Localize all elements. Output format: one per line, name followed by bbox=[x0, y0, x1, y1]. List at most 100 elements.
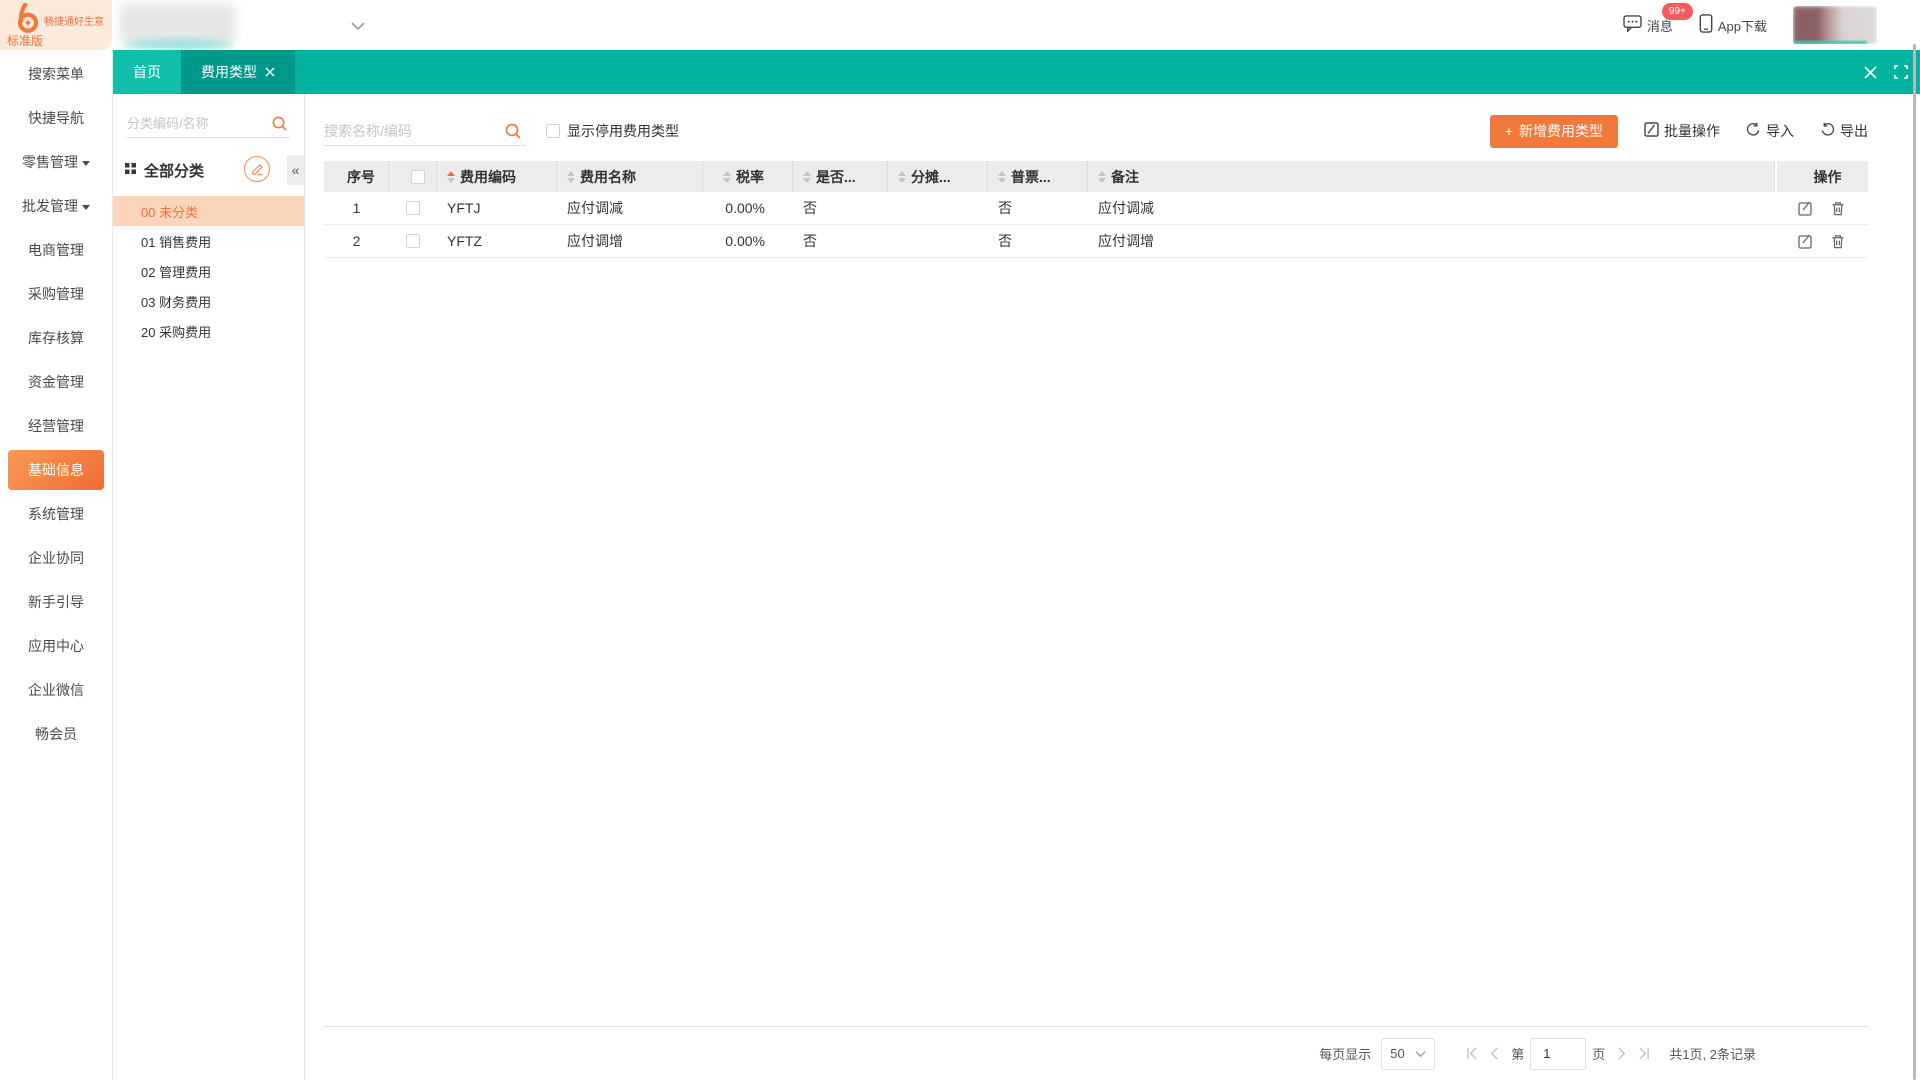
col-name[interactable]: 费用名称 bbox=[557, 161, 703, 192]
sidebar-item-system[interactable]: 系统管理 bbox=[0, 492, 112, 536]
category-search bbox=[127, 110, 290, 138]
category-item-uncategorized[interactable]: 00 未分类 bbox=[113, 196, 304, 226]
vertical-scrollbar[interactable] bbox=[1913, 44, 1916, 1080]
add-expense-type-button[interactable]: + 新增费用类型 bbox=[1489, 114, 1618, 148]
table-search-input[interactable] bbox=[324, 116, 526, 146]
messages-button[interactable]: 消息 99+ bbox=[1623, 3, 1693, 35]
sidebar-item-wholesale[interactable]: 批发管理 bbox=[0, 184, 112, 228]
edit-category-button[interactable] bbox=[244, 156, 270, 182]
export-icon bbox=[1820, 122, 1835, 140]
show-disabled-label: 显示停用费用类型 bbox=[567, 123, 679, 139]
expense-type-table: 序号 费用编码 费用名称 税率 是否... 分摊... 普票... 备注 操作 … bbox=[324, 161, 1868, 258]
grid-icon bbox=[125, 161, 136, 179]
message-icon bbox=[1623, 15, 1642, 35]
tab-home[interactable]: 首页 bbox=[113, 50, 181, 94]
category-item-sales-expense[interactable]: 01 销售费用 bbox=[113, 226, 304, 256]
next-page-button[interactable] bbox=[1611, 1047, 1632, 1060]
sort-icon[interactable] bbox=[567, 170, 575, 183]
sidebar-item-quick-nav[interactable]: 快捷导航 bbox=[0, 96, 112, 140]
fullscreen-icon[interactable] bbox=[1894, 65, 1908, 79]
edition-label: 标准版 bbox=[7, 34, 44, 48]
sort-icon[interactable] bbox=[998, 170, 1006, 183]
sidebar-item-basic-info[interactable]: 基础信息 bbox=[8, 450, 104, 490]
table-row: 1 YFTJ 应付调减 0.00% 否 否 应付调减 bbox=[324, 192, 1868, 225]
sidebar-item-wechat-work[interactable]: 企业微信 bbox=[0, 668, 112, 712]
select-all-checkbox[interactable] bbox=[410, 169, 425, 184]
sort-icon[interactable] bbox=[803, 170, 811, 183]
sidebar-item-operations[interactable]: 经营管理 bbox=[0, 404, 112, 448]
app-download-button[interactable]: App下载 bbox=[1699, 14, 1767, 36]
sort-icon[interactable] bbox=[898, 170, 906, 183]
sort-icon[interactable] bbox=[1098, 170, 1106, 183]
show-disabled-checkbox[interactable] bbox=[546, 124, 560, 138]
category-list: 00 未分类 01 销售费用 02 管理费用 03 财务费用 20 采购费用 bbox=[113, 196, 304, 346]
main-content: 显示停用费用类型 + 新增费用类型 批量操作 导入 bbox=[306, 94, 1920, 1080]
sidebar-item-inventory[interactable]: 库存核算 bbox=[0, 316, 112, 360]
tabbar-controls bbox=[1863, 50, 1920, 94]
close-all-icon[interactable] bbox=[1863, 65, 1878, 80]
sidebar-nav: 搜索菜单 快捷导航 零售管理 批发管理 电商管理 采购管理 库存核算 资金管理 … bbox=[0, 50, 113, 1080]
col-tax[interactable]: 税率 bbox=[703, 161, 793, 192]
sidebar-item-purchase[interactable]: 采购管理 bbox=[0, 272, 112, 316]
sidebar-item-ecommerce[interactable]: 电商管理 bbox=[0, 228, 112, 272]
per-page-select[interactable]: 50 bbox=[1381, 1037, 1436, 1070]
batch-operations-button[interactable]: 批量操作 bbox=[1644, 121, 1720, 141]
sidebar-item-beginner-guide[interactable]: 新手引导 bbox=[0, 580, 112, 624]
sidebar-item-collaboration[interactable]: 企业协同 bbox=[0, 536, 112, 580]
search-icon[interactable] bbox=[504, 122, 522, 145]
category-panel: 全部分类 « 00 未分类 01 销售费用 02 管理费用 03 财务费用 20… bbox=[113, 94, 305, 1080]
delete-icon[interactable] bbox=[1831, 201, 1845, 216]
sidebar-item-app-center[interactable]: 应用中心 bbox=[0, 624, 112, 668]
row-checkbox[interactable] bbox=[406, 234, 420, 248]
col-invoice[interactable]: 普票... bbox=[988, 161, 1088, 192]
category-item-purchase-expense[interactable]: 20 采购费用 bbox=[113, 316, 304, 346]
cell-seq: 2 bbox=[352, 233, 361, 249]
import-icon bbox=[1746, 122, 1761, 140]
tab-close-icon[interactable] bbox=[265, 64, 275, 80]
export-button[interactable]: 导出 bbox=[1820, 121, 1868, 141]
sort-icon[interactable] bbox=[447, 170, 455, 183]
chevron-down-icon[interactable] bbox=[350, 19, 366, 37]
avatar[interactable] bbox=[1793, 6, 1877, 44]
category-search-input[interactable] bbox=[127, 110, 290, 138]
sidebar-item-search-menu[interactable]: 搜索菜单 bbox=[0, 52, 112, 96]
sidebar-item-member[interactable]: 畅会员 bbox=[0, 712, 112, 756]
prev-page-button[interactable] bbox=[1484, 1047, 1505, 1060]
cell-remark: 应付调减 bbox=[1098, 200, 1154, 216]
first-page-button[interactable] bbox=[1461, 1047, 1484, 1060]
row-checkbox[interactable] bbox=[406, 201, 420, 215]
toolbar: 显示停用费用类型 + 新增费用类型 批量操作 导入 bbox=[324, 114, 1868, 148]
edit-icon[interactable] bbox=[1798, 201, 1813, 216]
category-item-finance-expense[interactable]: 03 财务费用 bbox=[113, 286, 304, 316]
brand-name: 畅捷通好生意 bbox=[44, 17, 104, 28]
cell-code: YFTZ bbox=[447, 233, 482, 249]
import-button[interactable]: 导入 bbox=[1746, 121, 1794, 141]
last-page-button[interactable] bbox=[1632, 1047, 1655, 1060]
collapse-panel-button[interactable]: « bbox=[287, 155, 304, 185]
messages-badge: 99+ bbox=[1661, 3, 1693, 20]
header-actions: 消息 99+ App下载 bbox=[1623, 0, 1877, 50]
sort-icon[interactable] bbox=[723, 170, 731, 183]
app-download-label: App下载 bbox=[1717, 18, 1767, 34]
col-yn[interactable]: 是否... bbox=[793, 161, 888, 192]
logo: 畅捷通好生意 标准版 bbox=[0, 0, 112, 50]
tab-expense-type[interactable]: 费用类型 bbox=[181, 50, 295, 94]
col-code[interactable]: 费用编码 bbox=[437, 161, 557, 192]
edit-icon[interactable] bbox=[1798, 234, 1813, 249]
batch-edit-icon bbox=[1644, 122, 1659, 140]
page-number-input[interactable] bbox=[1530, 1037, 1587, 1070]
search-icon[interactable] bbox=[271, 115, 288, 137]
sidebar-item-retail[interactable]: 零售管理 bbox=[0, 140, 112, 184]
page-suffix: 页 bbox=[1592, 1047, 1606, 1062]
col-remark[interactable]: 备注 bbox=[1088, 161, 1775, 192]
sidebar-item-funds[interactable]: 资金管理 bbox=[0, 360, 112, 404]
col-operations: 操作 bbox=[1775, 161, 1868, 192]
show-disabled-toggle: 显示停用费用类型 bbox=[546, 121, 679, 141]
cell-code: YFTJ bbox=[447, 200, 481, 216]
delete-icon[interactable] bbox=[1831, 234, 1845, 249]
col-share[interactable]: 分摊... bbox=[888, 161, 988, 192]
cell-yn: 否 bbox=[803, 200, 817, 216]
avatar-image-redacted bbox=[1793, 6, 1877, 44]
avatar-underline bbox=[1793, 41, 1867, 44]
category-item-admin-expense[interactable]: 02 管理费用 bbox=[113, 256, 304, 286]
